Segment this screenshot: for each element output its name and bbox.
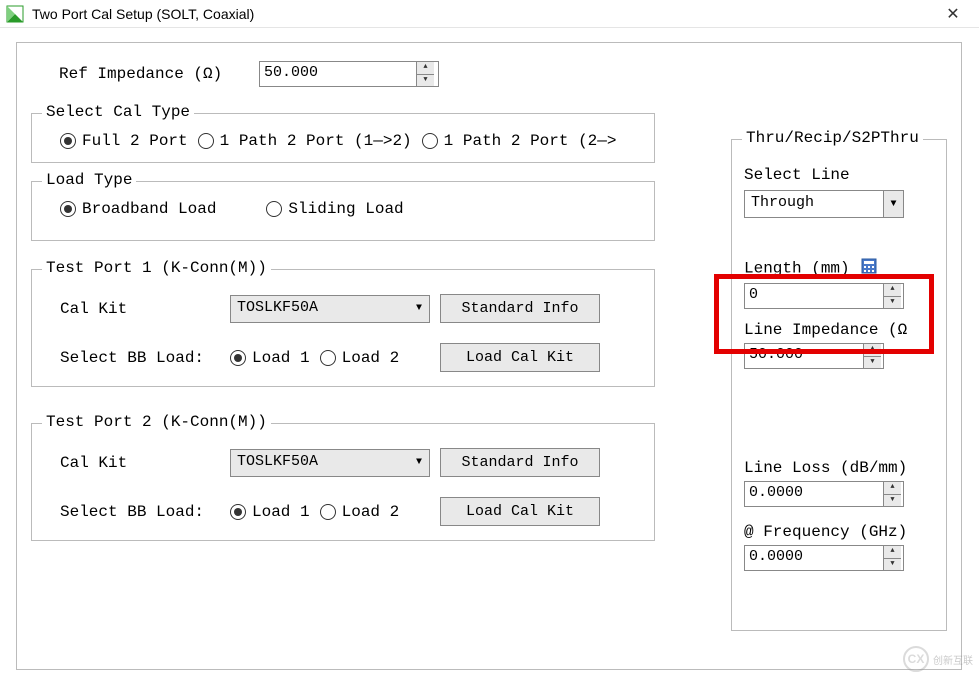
port2-bbload-label: Select BB Load: xyxy=(60,503,230,521)
window-title: Two Port Cal Setup (SOLT, Coaxial) xyxy=(32,6,933,22)
watermark-logo: CX xyxy=(903,646,929,672)
thru-fieldset: Thru/Recip/S2PThru Select Line Through ▼… xyxy=(731,139,947,631)
cal-type-path21-label: 1 Path 2 Port (2—> xyxy=(444,132,617,150)
length-value[interactable]: 0 xyxy=(745,284,883,308)
line-loss-input[interactable]: 0.0000 ▲▼ xyxy=(744,481,904,507)
port1-bbload-label: Select BB Load: xyxy=(60,349,230,367)
stepper-down-icon[interactable]: ▼ xyxy=(884,495,901,507)
line-loss-label: Line Loss (dB/mm) xyxy=(744,459,934,477)
load-type-fieldset: Load Type Broadband Load Sliding Load xyxy=(31,181,655,241)
stepper-down-icon[interactable]: ▼ xyxy=(417,75,434,87)
stepper-up-icon[interactable]: ▲ xyxy=(417,62,434,75)
frequency-value[interactable]: 0.0000 xyxy=(745,546,883,570)
line-impedance-label: Line Impedance (Ω xyxy=(744,321,934,339)
port2-calkit-dropdown[interactable]: TOSLKF50A ▼ xyxy=(230,449,430,477)
cal-type-legend: Select Cal Type xyxy=(42,103,194,121)
port1-standard-info-button[interactable]: Standard Info xyxy=(440,294,600,323)
ref-impedance-label: Ref Impedance (Ω) xyxy=(59,65,259,83)
frequency-input[interactable]: 0.0000 ▲▼ xyxy=(744,545,904,571)
radio-icon xyxy=(230,350,246,366)
port1-load-cal-kit-button[interactable]: Load Cal Kit xyxy=(440,343,600,372)
line-loss-value[interactable]: 0.0000 xyxy=(745,482,883,506)
load-type-broadband-radio[interactable]: Broadband Load xyxy=(60,200,216,218)
port1-calkit-dropdown[interactable]: TOSLKF50A ▼ xyxy=(230,295,430,323)
close-icon[interactable]: ✕ xyxy=(933,4,973,24)
chevron-down-icon: ▼ xyxy=(883,191,903,217)
load-type-legend: Load Type xyxy=(42,171,136,189)
load-type-sliding-radio[interactable]: Sliding Load xyxy=(266,200,403,218)
stepper-down-icon[interactable]: ▼ xyxy=(884,297,901,309)
calculator-icon[interactable] xyxy=(861,258,877,279)
select-line-dropdown[interactable]: Through ▼ xyxy=(744,190,904,218)
app-icon xyxy=(6,5,24,23)
thru-legend: Thru/Recip/S2PThru xyxy=(742,129,923,147)
stepper-down-icon[interactable]: ▼ xyxy=(884,559,901,571)
radio-icon xyxy=(320,350,336,366)
ref-impedance-row: Ref Impedance (Ω) 50.000 ▲▼ xyxy=(31,61,655,87)
radio-icon xyxy=(60,133,76,149)
select-line-value: Through xyxy=(745,191,883,217)
port1-load2-radio[interactable]: Load 2 xyxy=(320,349,400,367)
radio-icon xyxy=(422,133,438,149)
line-impedance-input[interactable]: 50.000 ▲▼ xyxy=(744,343,884,369)
port1-calkit-label: Cal Kit xyxy=(60,300,230,318)
ref-impedance-steppers[interactable]: ▲▼ xyxy=(416,62,434,86)
select-line-label: Select Line xyxy=(744,166,934,184)
radio-icon xyxy=(230,504,246,520)
stepper-up-icon[interactable]: ▲ xyxy=(864,344,881,357)
titlebar: Two Port Cal Setup (SOLT, Coaxial) ✕ xyxy=(0,0,979,28)
length-label: Length (mm) xyxy=(744,260,850,278)
cal-type-path21-radio[interactable]: 1 Path 2 Port (2—> xyxy=(422,132,617,150)
port2-load1-label: Load 1 xyxy=(252,503,310,521)
test-port-1-legend: Test Port 1 (K-Conn(M)) xyxy=(42,259,271,277)
stepper-up-icon[interactable]: ▲ xyxy=(884,482,901,495)
radio-icon xyxy=(320,504,336,520)
load-type-broadband-label: Broadband Load xyxy=(82,200,216,218)
ref-impedance-input[interactable]: 50.000 ▲▼ xyxy=(259,61,439,87)
cal-type-full2-radio[interactable]: Full 2 Port xyxy=(60,132,188,150)
chevron-down-icon: ▼ xyxy=(409,450,429,476)
watermark-text: 创新互联 xyxy=(933,652,973,667)
stepper-down-icon[interactable]: ▼ xyxy=(864,357,881,369)
port2-load1-radio[interactable]: Load 1 xyxy=(230,503,310,521)
cal-type-path12-radio[interactable]: 1 Path 2 Port (1—>2) xyxy=(198,132,412,150)
test-port-1-fieldset: Test Port 1 (K-Conn(M)) Cal Kit TOSLKF50… xyxy=(31,269,655,387)
ref-impedance-value[interactable]: 50.000 xyxy=(260,62,416,86)
main-panel: Ref Impedance (Ω) 50.000 ▲▼ Select Cal T… xyxy=(16,42,962,670)
test-port-2-fieldset: Test Port 2 (K-Conn(M)) Cal Kit TOSLKF50… xyxy=(31,423,655,541)
radio-icon xyxy=(60,201,76,217)
line-impedance-steppers[interactable]: ▲▼ xyxy=(863,344,881,368)
length-input[interactable]: 0 ▲▼ xyxy=(744,283,904,309)
radio-icon xyxy=(266,201,282,217)
port2-standard-info-button[interactable]: Standard Info xyxy=(440,448,600,477)
radio-icon xyxy=(198,133,214,149)
frequency-steppers[interactable]: ▲▼ xyxy=(883,546,901,570)
port2-calkit-label: Cal Kit xyxy=(60,454,230,472)
port1-load1-radio[interactable]: Load 1 xyxy=(230,349,310,367)
port1-load1-label: Load 1 xyxy=(252,349,310,367)
port1-calkit-value: TOSLKF50A xyxy=(231,296,409,322)
port2-load2-label: Load 2 xyxy=(342,503,400,521)
port1-load2-label: Load 2 xyxy=(342,349,400,367)
length-steppers[interactable]: ▲▼ xyxy=(883,284,901,308)
cal-type-fieldset: Select Cal Type Full 2 Port 1 Path 2 Por… xyxy=(31,113,655,163)
chevron-down-icon: ▼ xyxy=(409,296,429,322)
line-impedance-value[interactable]: 50.000 xyxy=(745,344,863,368)
port2-load-cal-kit-button[interactable]: Load Cal Kit xyxy=(440,497,600,526)
test-port-2-legend: Test Port 2 (K-Conn(M)) xyxy=(42,413,271,431)
cal-type-path12-label: 1 Path 2 Port (1—>2) xyxy=(220,132,412,150)
watermark: CX 创新互联 xyxy=(903,646,973,672)
frequency-label: @ Frequency (GHz) xyxy=(744,523,934,541)
stepper-up-icon[interactable]: ▲ xyxy=(884,284,901,297)
port2-calkit-value: TOSLKF50A xyxy=(231,450,409,476)
load-type-sliding-label: Sliding Load xyxy=(288,200,403,218)
stepper-up-icon[interactable]: ▲ xyxy=(884,546,901,559)
line-loss-steppers[interactable]: ▲▼ xyxy=(883,482,901,506)
cal-type-full2-label: Full 2 Port xyxy=(82,132,188,150)
port2-load2-radio[interactable]: Load 2 xyxy=(320,503,400,521)
